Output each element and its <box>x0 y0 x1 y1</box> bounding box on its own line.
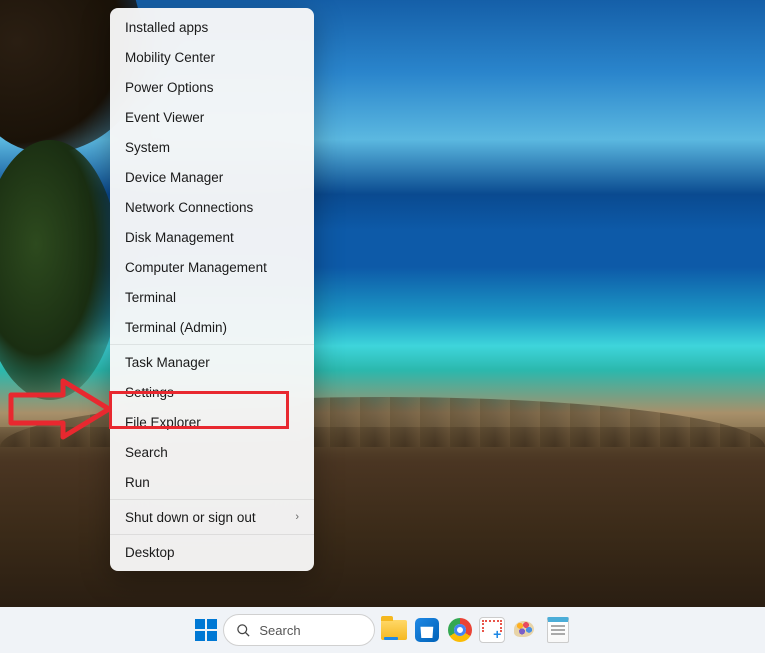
menu-item-label: Network Connections <box>125 200 253 215</box>
menu-item-label: Device Manager <box>125 170 223 185</box>
notepad-icon <box>547 617 569 643</box>
chrome-icon <box>448 618 472 642</box>
menu-item-mobility-center[interactable]: Mobility Center <box>110 42 314 72</box>
menu-item-shut-down-or-sign-out[interactable]: Shut down or sign out › <box>110 502 314 532</box>
winx-context-menu: Installed apps Mobility Center Power Optio… <box>110 8 314 571</box>
menu-item-label: Event Viewer <box>125 110 204 125</box>
menu-item-label: File Explorer <box>125 415 201 430</box>
menu-item-label: Disk Management <box>125 230 234 245</box>
taskbar-chrome[interactable] <box>446 611 473 649</box>
menu-item-desktop[interactable]: Desktop <box>110 537 314 567</box>
menu-separator <box>110 499 314 500</box>
store-icon <box>415 618 439 642</box>
menu-item-label: System <box>125 140 170 155</box>
menu-separator <box>110 534 314 535</box>
taskbar-paint[interactable] <box>512 611 539 649</box>
taskbar-notepad[interactable] <box>544 611 571 649</box>
taskbar-snipping-tool[interactable] <box>479 611 506 649</box>
menu-item-label: Terminal <box>125 290 176 305</box>
menu-item-installed-apps[interactable]: Installed apps <box>110 12 314 42</box>
menu-item-network-connections[interactable]: Network Connections <box>110 192 314 222</box>
taskbar: Search <box>0 607 765 653</box>
menu-item-label: Settings <box>125 385 174 400</box>
menu-item-label: Terminal (Admin) <box>125 320 227 335</box>
menu-separator <box>110 344 314 345</box>
menu-item-label: Shut down or sign out <box>125 510 256 525</box>
menu-item-label: Computer Management <box>125 260 267 275</box>
menu-item-label: Search <box>125 445 168 460</box>
taskbar-search[interactable]: Search <box>223 614 374 646</box>
menu-item-computer-management[interactable]: Computer Management <box>110 252 314 282</box>
menu-item-run[interactable]: Run <box>110 467 314 497</box>
menu-item-power-options[interactable]: Power Options <box>110 72 314 102</box>
menu-item-label: Mobility Center <box>125 50 215 65</box>
menu-item-terminal[interactable]: Terminal <box>110 282 314 312</box>
scissors-icon <box>479 617 505 643</box>
menu-item-label: Desktop <box>125 545 175 560</box>
taskbar-file-explorer[interactable] <box>381 611 408 649</box>
menu-item-file-explorer[interactable]: File Explorer <box>110 407 314 437</box>
chevron-right-icon: › <box>295 511 299 523</box>
menu-item-label: Run <box>125 475 150 490</box>
menu-item-task-manager[interactable]: Task Manager <box>110 347 314 377</box>
search-icon <box>236 623 251 638</box>
menu-item-event-viewer[interactable]: Event Viewer <box>110 102 314 132</box>
taskbar-microsoft-store[interactable] <box>414 611 441 649</box>
start-button[interactable] <box>194 613 217 648</box>
menu-item-label: Task Manager <box>125 355 210 370</box>
menu-item-terminal-admin[interactable]: Terminal (Admin) <box>110 312 314 342</box>
palette-icon <box>512 619 538 641</box>
wallpaper-decor <box>0 140 120 400</box>
menu-item-disk-management[interactable]: Disk Management <box>110 222 314 252</box>
folder-icon <box>381 620 407 640</box>
menu-item-device-manager[interactable]: Device Manager <box>110 162 314 192</box>
menu-item-label: Installed apps <box>125 20 208 35</box>
menu-item-system[interactable]: System <box>110 132 314 162</box>
search-placeholder: Search <box>259 623 300 638</box>
menu-item-label: Power Options <box>125 80 214 95</box>
windows-logo-icon <box>195 619 217 641</box>
menu-item-settings[interactable]: Settings <box>110 377 314 407</box>
menu-item-search[interactable]: Search <box>110 437 314 467</box>
